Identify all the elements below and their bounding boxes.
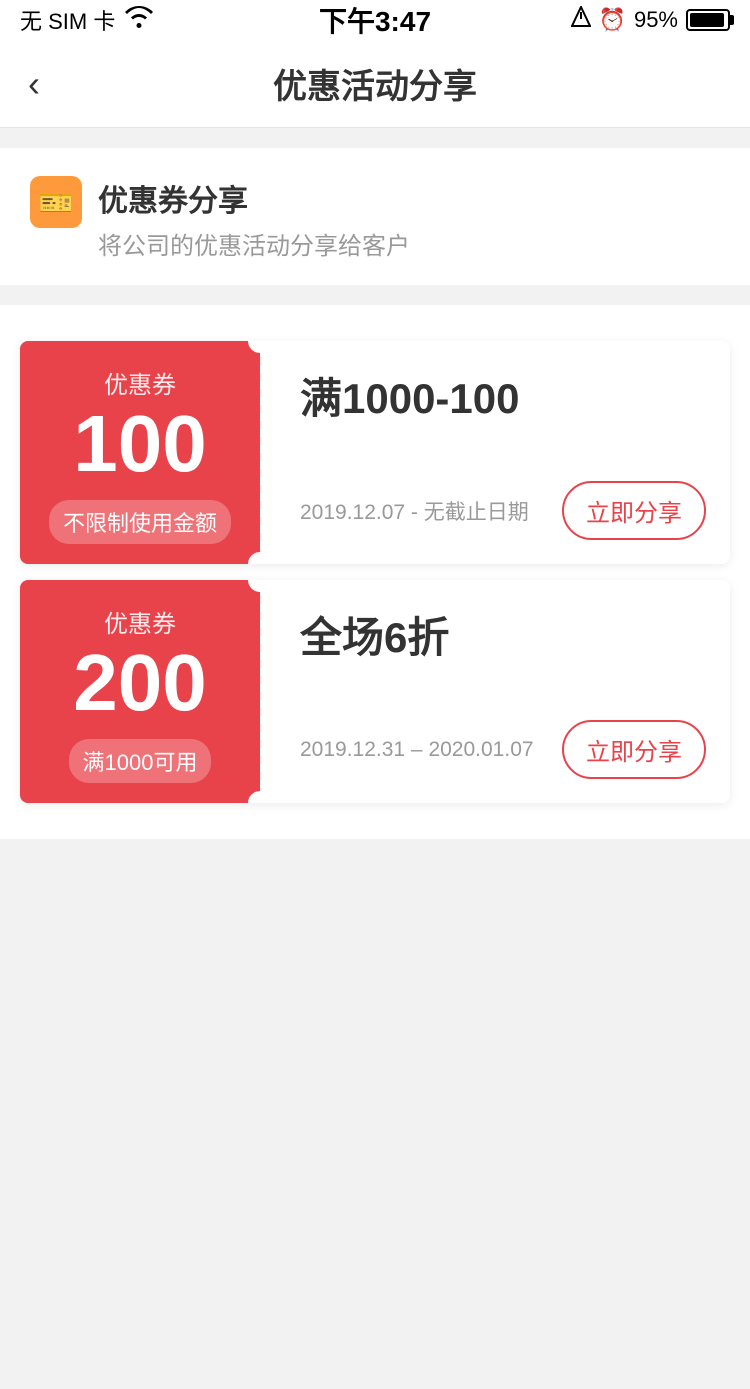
share-button-2[interactable]: 立即分享 <box>562 720 706 779</box>
alarm-icon: ⏰ <box>599 7 626 33</box>
coupon-condition-2: 满1000可用 <box>69 739 212 783</box>
coupon-list: 优惠券 100 不限制使用金额 满1000-100 2019.12.07 - 无… <box>0 305 750 839</box>
status-left: 无 SIM 卡 <box>20 4 153 36</box>
status-right: ⏰ 95% <box>571 6 730 34</box>
coupon-right-1: 满1000-100 2019.12.07 - 无截止日期 立即分享 <box>260 341 730 564</box>
status-time: 下午3:47 <box>319 0 431 40</box>
nav-bar: ‹ 优惠活动分享 <box>0 40 750 128</box>
coupon-amount-2: 200 <box>73 643 206 723</box>
coupon-date-1: 2019.12.07 - 无截止日期 <box>300 496 552 526</box>
coupon-item: 优惠券 100 不限制使用金额 满1000-100 2019.12.07 - 无… <box>20 341 730 564</box>
coupon-bottom-1: 2019.12.07 - 无截止日期 立即分享 <box>300 481 706 540</box>
battery-icon <box>686 9 730 31</box>
coupon-left-1: 优惠券 100 不限制使用金额 <box>20 341 260 564</box>
coupon-label-1: 优惠券 <box>104 365 176 400</box>
empty-area <box>0 839 750 1389</box>
section-subtitle: 将公司的优惠活动分享给客户 <box>98 226 410 261</box>
status-bar: 无 SIM 卡 下午3:47 ⏰ 95% <box>0 0 750 40</box>
battery-percent: 95% <box>634 7 678 33</box>
coupon-condition-1: 不限制使用金额 <box>49 500 231 544</box>
coupon-date-2: 2019.12.31 – 2020.01.07 <box>300 738 552 762</box>
coupon-bottom-2: 2019.12.31 – 2020.01.07 立即分享 <box>300 720 706 779</box>
share-button-1[interactable]: 立即分享 <box>562 481 706 540</box>
back-button[interactable]: ‹ <box>28 63 40 105</box>
section-icon: 🎫 <box>30 176 82 228</box>
location-icon <box>571 6 591 34</box>
section-header: 🎫 优惠券分享 将公司的优惠活动分享给客户 <box>0 148 750 285</box>
section-text: 优惠券分享 将公司的优惠活动分享给客户 <box>98 176 410 261</box>
page-title: 优惠活动分享 <box>273 59 477 108</box>
coupon-divider-2 <box>260 580 262 803</box>
battery-fill <box>690 13 724 27</box>
coupon-label-2: 优惠券 <box>104 604 176 639</box>
coupon-title-2: 全场6折 <box>300 604 706 665</box>
coupon-amount-1: 100 <box>73 404 206 484</box>
section-title: 优惠券分享 <box>98 176 410 220</box>
coupon-left-2: 优惠券 200 满1000可用 <box>20 580 260 803</box>
coupon-item-2: 优惠券 200 满1000可用 全场6折 2019.12.31 – 2020.0… <box>20 580 730 803</box>
coupon-divider-1 <box>260 341 262 564</box>
coupon-right-2: 全场6折 2019.12.31 – 2020.01.07 立即分享 <box>260 580 730 803</box>
carrier-text: 无 SIM 卡 <box>20 4 115 36</box>
coupon-title-1: 满1000-100 <box>300 365 706 426</box>
wifi-icon <box>125 6 153 34</box>
coupon-icon-emoji: 🎫 <box>39 186 74 219</box>
